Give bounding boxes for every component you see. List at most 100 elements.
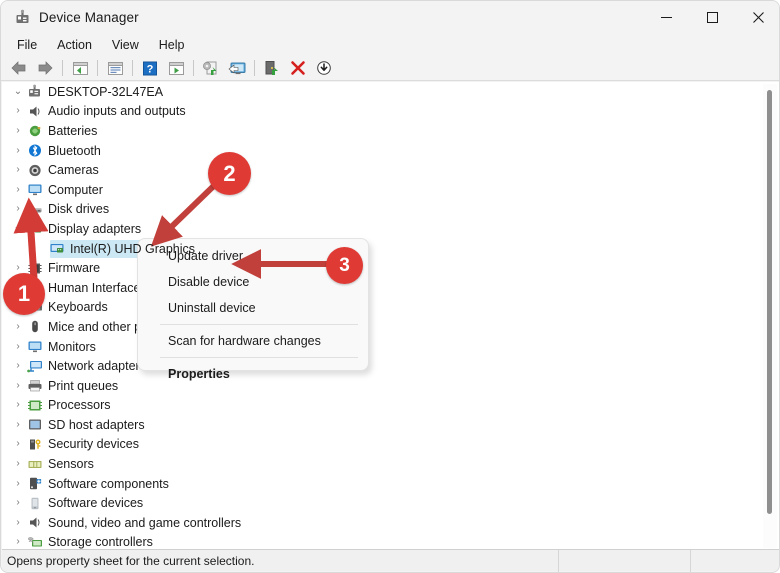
maximize-button[interactable] <box>689 1 735 33</box>
chevron-right-icon[interactable]: › <box>10 478 26 489</box>
status-bar: Opens property sheet for the current sel… <box>2 549 779 572</box>
network-adapter-icon <box>26 358 44 374</box>
tree-row-sound-video-and-game-controllers[interactable]: › Sound, video and game controllers <box>2 513 779 533</box>
tree-row-label: Software components <box>48 476 169 491</box>
chevron-right-icon[interactable]: › <box>10 537 26 547</box>
show-hidden-devices-button[interactable] <box>164 57 188 79</box>
status-cell-secondary <box>558 549 690 572</box>
tree-row-label: Bluetooth <box>48 143 101 158</box>
tree-row-storage-controllers[interactable]: › Storage controllers <box>2 533 779 550</box>
software-device-icon <box>26 495 44 511</box>
chevron-right-icon[interactable]: › <box>10 400 26 410</box>
toolbar-separator-2 <box>97 60 98 76</box>
battery-icon <box>26 123 44 139</box>
context-menu-item-uninstall-device[interactable]: Uninstall device <box>138 295 368 321</box>
chevron-right-icon[interactable]: › <box>10 145 26 156</box>
tree-row-mice-and-other-pointing-devices[interactable]: › Mice and other pointing devices <box>2 317 779 337</box>
annotation-arrow-3 <box>231 249 330 279</box>
tree-row-label: Software devices <box>48 496 144 511</box>
tree-row-security-devices[interactable]: › Security devices <box>2 435 779 455</box>
tree-row-software-devices[interactable]: › Software devices <box>2 493 779 513</box>
bluetooth-icon <box>26 143 44 159</box>
tree-row-bluetooth[interactable]: › Bluetooth <box>2 141 779 161</box>
scrollbar-thumb[interactable] <box>767 90 772 514</box>
update-driver-button[interactable] <box>199 57 223 79</box>
enable-device-button[interactable] <box>260 57 284 79</box>
menu-item-action[interactable]: Action <box>47 35 102 55</box>
uninstall-device-button[interactable] <box>286 57 310 79</box>
menu-item-view[interactable]: View <box>102 35 149 55</box>
software-component-icon <box>26 476 44 492</box>
up-level-button[interactable] <box>68 57 92 79</box>
tree-row-label: Security devices <box>48 437 140 452</box>
context-menu-item-scan-for-hardware-changes[interactable]: Scan for hardware changes <box>138 328 368 354</box>
svg-text:?: ? <box>147 63 154 75</box>
chevron-right-icon[interactable]: › <box>10 439 26 449</box>
tree-row-display-adapters[interactable]: ⌄ Display adapters <box>2 219 779 239</box>
tree-row-sd-host-adapters[interactable]: › SD host adapters <box>2 415 779 435</box>
tree-row-processors[interactable]: › Processors <box>2 396 779 416</box>
mouse-icon <box>26 319 44 335</box>
tree-row-audio-inputs-and-outputs[interactable]: › Audio inputs and outputs <box>2 102 779 122</box>
menu-item-file[interactable]: File <box>7 35 47 55</box>
properties-button[interactable] <box>103 57 127 79</box>
tree-row-label: Print queues <box>48 378 119 393</box>
chevron-right-icon[interactable]: › <box>10 184 26 195</box>
device-manager-window: Device Manager File Action View Help ? ⌄… <box>0 0 780 573</box>
tree-row-keyboards[interactable]: ›Keyboards <box>2 298 779 318</box>
tree-row-cameras[interactable]: › Cameras <box>2 160 779 180</box>
chevron-right-icon[interactable]: › <box>10 125 26 136</box>
device-tree[interactable]: ⌄ DESKTOP-32L47EA › Audio inputs and outp… <box>2 82 779 550</box>
chevron-right-icon[interactable]: › <box>10 106 26 116</box>
chevron-right-icon[interactable]: › <box>10 321 26 332</box>
tree-row-label: Sound, video and game controllers <box>48 515 242 530</box>
vertical-scrollbar[interactable] <box>763 84 777 548</box>
tree-children: › Audio inputs and outputs › Batteries › Blue… <box>2 102 779 550</box>
chevron-right-icon[interactable]: › <box>10 380 26 391</box>
printer-icon <box>26 378 44 394</box>
chevron-down-icon[interactable]: ⌄ <box>10 86 26 97</box>
tree-row-computer[interactable]: › Computer <box>2 180 779 200</box>
status-message: Opens property sheet for the current sel… <box>7 553 255 568</box>
minimize-button[interactable] <box>643 1 689 33</box>
tree-row-software-components[interactable]: › Software components <box>2 474 779 494</box>
chevron-right-icon[interactable]: › <box>10 419 26 430</box>
tree-row-print-queues[interactable]: › Print queues <box>2 376 779 396</box>
tree-row-label: Cameras <box>48 163 99 178</box>
speaker-icon <box>26 515 44 531</box>
menu-bar: File Action View Help <box>1 33 779 56</box>
forward-button[interactable] <box>33 57 57 79</box>
chevron-right-icon[interactable]: › <box>10 498 26 508</box>
tree-row-label: Sensors <box>48 457 94 472</box>
context-menu-item-properties[interactable]: Properties <box>138 361 368 387</box>
chevron-right-icon[interactable]: › <box>10 459 26 469</box>
disable-device-button[interactable] <box>312 57 336 79</box>
tree-row-batteries[interactable]: › Batteries <box>2 121 779 141</box>
chevron-right-icon[interactable]: › <box>10 341 26 352</box>
display-adapter-icon <box>48 241 66 257</box>
back-button[interactable] <box>7 57 31 79</box>
chevron-right-icon[interactable]: › <box>10 165 26 175</box>
tree-row-firmware[interactable]: › Firmware <box>2 258 779 278</box>
help-button[interactable]: ? <box>138 57 162 79</box>
window-title: Device Manager <box>39 9 139 25</box>
chevron-right-icon[interactable]: › <box>10 517 26 528</box>
tree-row-label: Audio inputs and outputs <box>48 104 186 119</box>
tree-row-network-adapters[interactable]: › Network adapters <box>2 356 779 376</box>
tree-row-human-interface-devices[interactable]: ›Human Interface Devices <box>2 278 779 298</box>
tree-row-intel-r-uhd-graphics[interactable]: Intel(R) UHD Graphics <box>2 239 779 259</box>
close-button[interactable] <box>735 1 779 33</box>
sd-host-icon <box>26 417 44 433</box>
chevron-right-icon[interactable]: › <box>10 361 26 371</box>
tree-row-monitors[interactable]: › Monitors <box>2 337 779 357</box>
tree-row-disk-drives[interactable]: › Disk drives <box>2 200 779 220</box>
tree-row-sensors[interactable]: › Sensors <box>2 454 779 474</box>
tree-row-label: Intel(R) UHD Graphics <box>70 241 196 256</box>
scan-hardware-changes-button[interactable] <box>225 57 249 79</box>
tree-row-label: Processors <box>48 398 111 413</box>
menu-item-help[interactable]: Help <box>149 35 195 55</box>
tree-row-root[interactable]: ⌄ DESKTOP-32L47EA <box>2 82 779 102</box>
tree-row-label: SD host adapters <box>48 417 145 432</box>
monitor-icon <box>26 339 44 355</box>
window-controls <box>643 1 779 33</box>
